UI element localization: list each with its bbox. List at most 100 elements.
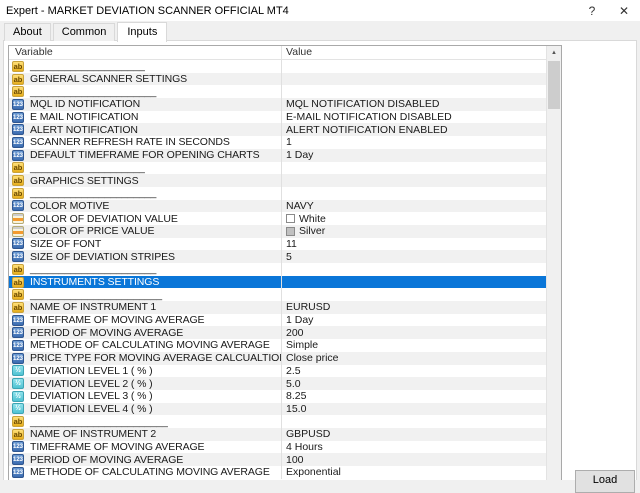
variable-cell[interactable]: ab ______________________ [9, 187, 281, 200]
value-cell[interactable]: ALERT NOTIFICATION ENABLED [281, 123, 547, 137]
table-row[interactable]: ab ____________________ [9, 161, 547, 175]
variable-cell[interactable]: 123 DEFAULT TIMEFRAME FOR OPENING CHARTS [9, 149, 281, 162]
variable-cell[interactable]: ab GENERAL SCANNER SETTINGS [9, 73, 281, 86]
variable-cell[interactable]: ab INSTRUMENTS SETTINGS [9, 276, 281, 289]
value-cell[interactable]: 4 Hours [281, 440, 547, 454]
table-row[interactable]: ab NAME OF INSTRUMENT 2 GBPUSD [9, 427, 547, 441]
scrollbar-thumb[interactable] [548, 61, 560, 109]
variable-cell[interactable]: 123 COLOR MOTIVE [9, 200, 281, 213]
variable-cell[interactable]: ½ DEVIATION LEVEL 4 ( % ) [9, 403, 281, 416]
variable-cell[interactable]: 123 ALERT NOTIFICATION [9, 123, 281, 136]
variable-cell[interactable]: ab GRAPHICS SETTINGS [9, 174, 281, 187]
table-row[interactable]: 123 METHODE OF CALCULATING MOVING AVERAGE… [9, 466, 547, 479]
variable-cell[interactable]: ½ DEVIATION LEVEL 2 ( % ) [9, 377, 281, 390]
table-row[interactable]: 123 DEFAULT TIMEFRAME FOR OPENING CHARTS 1… [9, 148, 547, 162]
table-row[interactable]: 123 TIMEFRAME OF MOVING AVERAGE 1 Day [9, 313, 547, 327]
value-cell[interactable]: Silver [281, 224, 547, 238]
value-cell[interactable]: 200 [281, 326, 547, 340]
value-cell[interactable]: 1 [281, 136, 547, 149]
value-cell[interactable] [281, 415, 547, 428]
table-row[interactable]: ab ______________________ [9, 85, 547, 99]
variable-cell[interactable]: 123 E MAIL NOTIFICATION [9, 111, 281, 124]
value-cell[interactable]: MQL NOTIFICATION DISABLED [281, 98, 547, 111]
table-row[interactable]: ½ DEVIATION LEVEL 3 ( % ) 8.25 [9, 389, 547, 403]
value-cell[interactable] [281, 275, 547, 289]
table-row[interactable]: COLOR OF PRICE VALUE Silver [9, 224, 547, 238]
variable-cell[interactable]: 123 PRICE TYPE FOR MOVING AVERAGE CALCUAL… [9, 352, 281, 365]
value-cell[interactable]: GBPUSD [281, 427, 547, 441]
value-cell[interactable] [281, 174, 547, 187]
value-cell[interactable]: EURUSD [281, 301, 547, 314]
variable-cell[interactable]: ½ DEVIATION LEVEL 1 ( % ) [9, 365, 281, 378]
variable-cell[interactable]: 123 PERIOD OF MOVING AVERAGE [9, 326, 281, 339]
table-row[interactable]: COLOR OF DEVIATION VALUE White [9, 212, 547, 225]
value-cell[interactable] [281, 288, 547, 302]
variable-cell[interactable]: ½ DEVIATION LEVEL 3 ( % ) [9, 390, 281, 403]
table-row[interactable]: ab GRAPHICS SETTINGS [9, 174, 547, 187]
table-row[interactable]: 123 MQL ID NOTIFICATION MQL NOTIFICATION D… [9, 98, 547, 111]
table-row[interactable]: 123 PERIOD OF MOVING AVERAGE 100 [9, 453, 547, 466]
table-row[interactable]: 123 ALERT NOTIFICATION ALERT NOTIFICATION … [9, 123, 547, 137]
variable-cell[interactable]: 123 METHODE OF CALCULATING MOVING AVERAGE [9, 339, 281, 352]
scrollbar-up-arrow-icon[interactable]: ▲ [547, 46, 561, 60]
table-row[interactable]: ½ DEVIATION LEVEL 4 ( % ) 15.0 [9, 402, 547, 416]
help-button[interactable]: ? [576, 0, 608, 21]
table-row[interactable]: ab NAME OF INSTRUMENT 1 EURUSD [9, 301, 547, 314]
variable-cell[interactable]: 123 SIZE OF DEVIATION STRIPES [9, 250, 281, 263]
tab-common[interactable]: Common [52, 23, 116, 41]
table-row[interactable]: ab GENERAL SCANNER SETTINGS [9, 72, 547, 86]
table-row[interactable]: 123 PERIOD OF MOVING AVERAGE 200 [9, 326, 547, 340]
variable-cell[interactable]: ab ________________________ [9, 415, 281, 428]
vertical-scrollbar[interactable]: ▲ [546, 46, 561, 480]
table-row[interactable]: ab ______________________ [9, 263, 547, 276]
value-cell[interactable]: 11 [281, 237, 547, 251]
variable-cell[interactable]: 123 TIMEFRAME OF MOVING AVERAGE [9, 314, 281, 327]
variable-cell[interactable]: 123 METHODE OF CALCULATING MOVING AVERAGE [9, 466, 281, 479]
table-row[interactable]: 123 PRICE TYPE FOR MOVING AVERAGE CALCUAL… [9, 351, 547, 365]
table-row[interactable]: ½ DEVIATION LEVEL 2 ( % ) 5.0 [9, 377, 547, 390]
variable-cell[interactable]: ab _______________________ [9, 288, 281, 301]
variable-cell[interactable]: COLOR OF DEVIATION VALUE [9, 212, 281, 225]
variable-cell[interactable]: ab NAME OF INSTRUMENT 1 [9, 301, 281, 314]
table-row[interactable]: 123 TIMEFRAME OF MOVING AVERAGE 4 Hours [9, 440, 547, 454]
variable-cell[interactable]: COLOR OF PRICE VALUE [9, 225, 281, 238]
value-cell[interactable]: Exponential [281, 466, 547, 479]
variable-cell[interactable]: ab ______________________ [9, 263, 281, 276]
value-cell[interactable]: 5 [281, 250, 547, 263]
variable-cell[interactable]: 123 PERIOD OF MOVING AVERAGE [9, 453, 281, 466]
value-cell[interactable] [281, 263, 547, 276]
table-row[interactable]: 123 SIZE OF DEVIATION STRIPES 5 [9, 250, 547, 263]
table-row[interactable]: 123 SCANNER REFRESH RATE IN SECONDS 1 [9, 136, 547, 149]
table-row[interactable]: ab ______________________ [9, 186, 547, 200]
table-row[interactable]: ab ________________________ [9, 415, 547, 428]
value-cell[interactable]: NAVY [281, 199, 547, 213]
value-cell[interactable] [281, 72, 547, 86]
variable-cell[interactable]: ab NAME OF INSTRUMENT 2 [9, 428, 281, 441]
value-cell[interactable]: 5.0 [281, 377, 547, 390]
variable-cell[interactable]: 123 TIMEFRAME OF MOVING AVERAGE [9, 441, 281, 454]
value-cell[interactable]: Simple [281, 339, 547, 352]
value-cell[interactable]: Close price [281, 351, 547, 365]
table-row[interactable]: 123 COLOR MOTIVE NAVY [9, 199, 547, 213]
value-cell[interactable] [281, 85, 547, 99]
variable-cell[interactable]: ab ____________________ [9, 60, 281, 73]
variable-cell[interactable]: ab ____________________ [9, 162, 281, 175]
value-cell[interactable] [281, 186, 547, 200]
tab-inputs[interactable]: Inputs [117, 22, 168, 42]
table-row[interactable]: 123 E MAIL NOTIFICATION E-MAIL NOTIFICATIO… [9, 110, 547, 124]
variable-cell[interactable]: ab ______________________ [9, 85, 281, 98]
value-cell[interactable]: E-MAIL NOTIFICATION DISABLED [281, 110, 547, 124]
table-row[interactable]: 123 SIZE OF FONT 11 [9, 237, 547, 251]
table-row[interactable]: ½ DEVIATION LEVEL 1 ( % ) 2.5 [9, 364, 547, 378]
table-row[interactable]: ab INSTRUMENTS SETTINGS [9, 275, 547, 289]
value-cell[interactable]: White [281, 212, 547, 225]
variable-cell[interactable]: 123 MQL ID NOTIFICATION [9, 98, 281, 111]
value-cell[interactable] [281, 60, 547, 73]
table-row[interactable]: 123 METHODE OF CALCULATING MOVING AVERAGE… [9, 339, 547, 352]
value-cell[interactable]: 15.0 [281, 402, 547, 416]
table-row[interactable]: ab _______________________ [9, 288, 547, 302]
value-cell[interactable] [281, 161, 547, 175]
value-cell[interactable]: 8.25 [281, 389, 547, 403]
value-cell[interactable]: 2.5 [281, 364, 547, 378]
value-cell[interactable]: 1 Day [281, 313, 547, 327]
